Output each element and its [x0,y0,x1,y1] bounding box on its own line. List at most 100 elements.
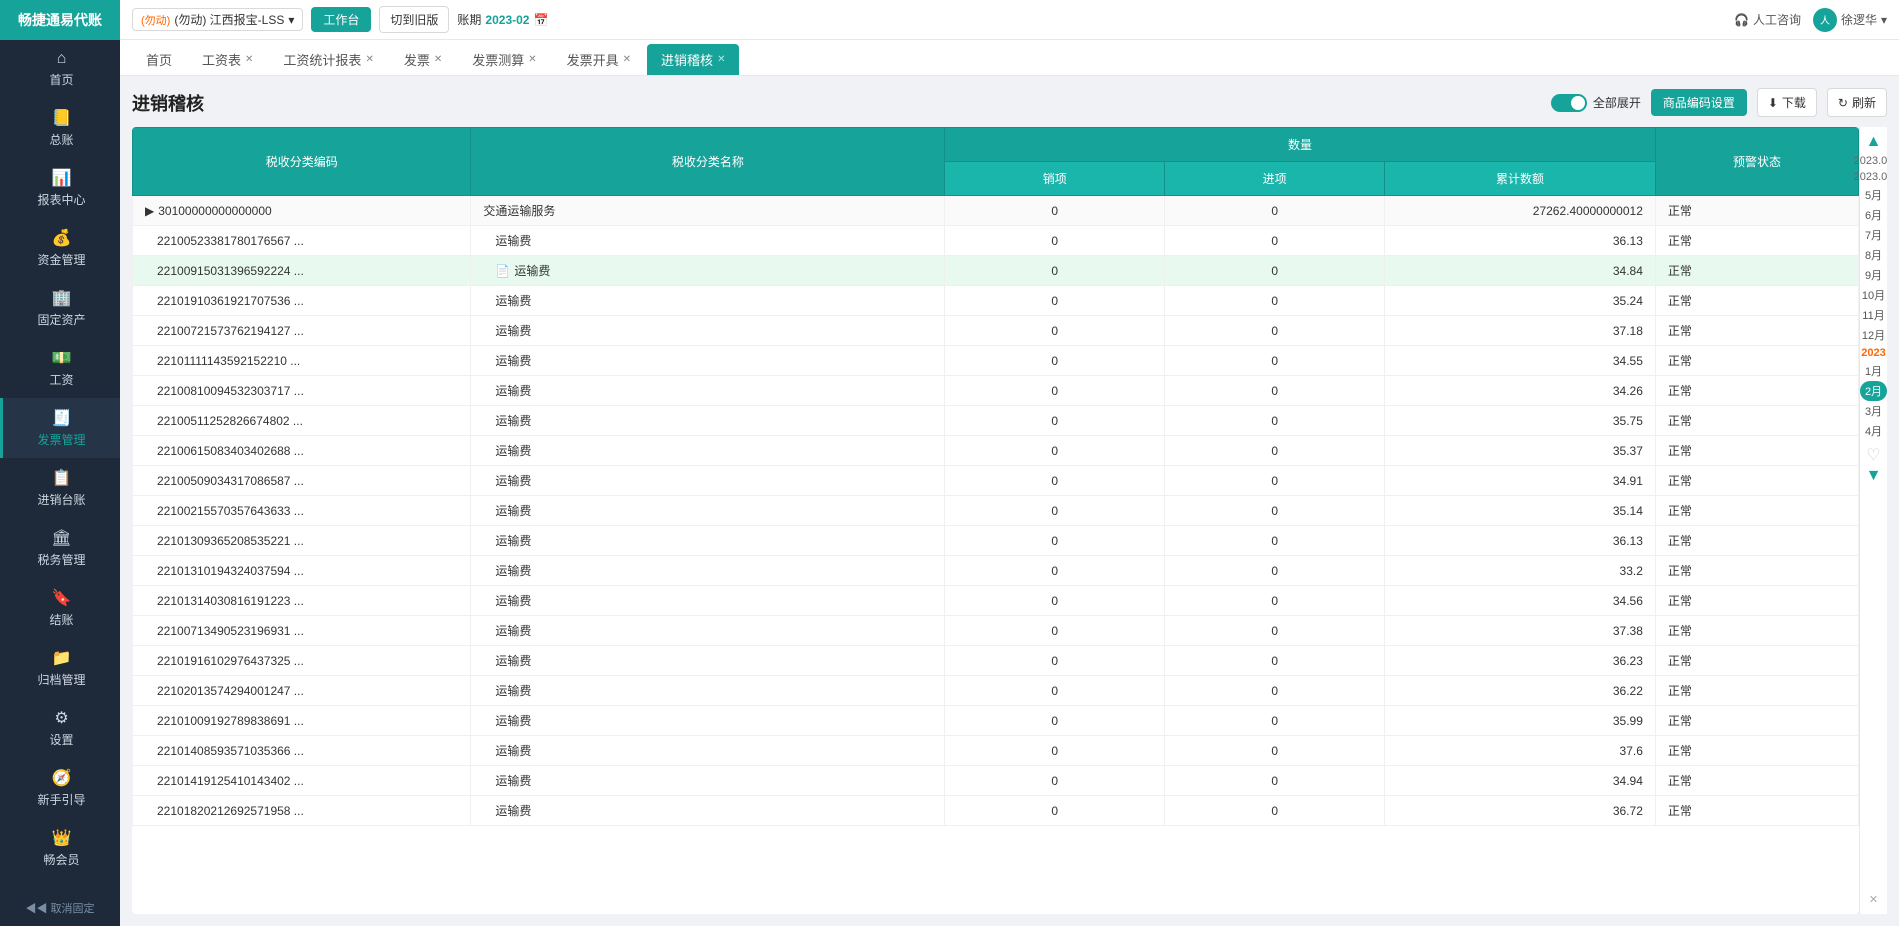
user-info[interactable]: 人 徐逻华 ▾ [1813,8,1887,32]
refresh-icon: ↻ [1838,96,1848,110]
close-panel-button[interactable]: ✕ [1869,885,1878,914]
scroll-up-button[interactable]: ▲ [1864,131,1884,153]
sidebar-item-home[interactable]: ⌂首页 [0,40,120,98]
cell-name: 运输费 [471,376,945,406]
sidebar-item-vip[interactable]: 👑畅会员 [0,818,120,878]
unpin-button[interactable]: ◀◀ 取消固定 [0,890,120,926]
chevron-down-icon: ▾ [1881,13,1887,27]
tab-sales-check[interactable]: 进销稽核✕ [647,44,739,75]
cell-code: 22100511252826674802 ... [133,406,471,436]
sidebar-item-tax-mgmt[interactable]: 🏛税务管理 [0,518,120,578]
month-item-1[interactable]: 1月 [1860,361,1887,381]
refresh-button[interactable]: ↻ 刷新 [1827,88,1887,117]
tab-close-invoice-open[interactable]: ✕ [623,54,631,65]
table-row: 22101310194324037594 ... 运输费 0 0 33.2 正常 [133,556,1859,586]
tab-close-salary-stats[interactable]: ✕ [365,54,373,65]
heart-icon[interactable]: ♡ [1866,445,1880,465]
month-item-7[interactable]: 7月 [1860,225,1887,245]
tab-close-salary[interactable]: ✕ [245,54,253,65]
goods-setting-button[interactable]: 商品编码设置 [1651,89,1747,116]
cell-status: 正常 [1655,286,1858,316]
tab-close-invoice-calc[interactable]: ✕ [528,54,536,65]
sidebar-item-sales-ledger[interactable]: 📋进销台账 [0,458,120,518]
scroll-down-button[interactable]: ▼ [1864,465,1884,487]
cell-purchase: 0 [1165,256,1385,286]
month-item-12[interactable]: 12月 [1860,325,1887,345]
tab-home[interactable]: 首页 [132,44,186,75]
sidebar-item-capital[interactable]: 💰资金管理 [0,218,120,278]
cell-purchase: 0 [1165,466,1385,496]
salary-icon: 💵 [52,348,72,368]
cell-name: 运输费 [471,436,945,466]
sidebar-label-home: 首页 [49,71,73,88]
cell-status: 正常 [1655,466,1858,496]
cell-sales: 0 [945,766,1165,796]
table-row: 22101910361921707536 ... 运输费 0 0 35.24 正… [133,286,1859,316]
download-button[interactable]: ⬇ 下载 [1757,88,1817,117]
cell-name: 运输费 [471,526,945,556]
cell-code: 22101314030816191223 ... [133,586,471,616]
month-item-3[interactable]: 3月 [1860,401,1887,421]
sidebar-item-archive[interactable]: 📁 归档管理 [0,638,120,698]
sidebar-item-salary[interactable]: 💵工资 [0,338,120,398]
month-item-6[interactable]: 6月 [1860,205,1887,225]
cell-sales: 0 [945,436,1165,466]
cell-cumulative: 27262.40000000012 [1385,196,1656,226]
tab-invoice-open[interactable]: 发票开具✕ [553,44,645,75]
sidebar-item-invoice-mgmt[interactable]: 🧾发票管理 [0,398,120,458]
month-item-2-active[interactable]: 2月 [1860,381,1887,401]
cell-name: 交通运输服务 [471,196,945,226]
sidebar-item-ledger[interactable]: 📒 总账 [0,98,120,158]
tab-close-sales-check[interactable]: ✕ [717,54,725,65]
expand-icon[interactable]: ▶ [145,204,154,218]
cell-code: 22101910361921707536 ... [133,286,471,316]
calendar-icon[interactable]: 📅 [533,13,548,27]
cell-status: 正常 [1655,676,1858,706]
sidebar-item-assets[interactable]: 🏢固定资产 [0,278,120,338]
ledger-icon: 📒 [52,108,72,128]
cell-cumulative: 36.13 [1385,226,1656,256]
cell-purchase: 0 [1165,196,1385,226]
cell-purchase: 0 [1165,676,1385,706]
archive-icon: 📁 [52,648,72,668]
sidebar-item-report[interactable]: 📊报表中心 [0,158,120,218]
month-item-5[interactable]: 5月 [1860,185,1887,205]
cell-status: 正常 [1655,196,1858,226]
tab-salary-stats[interactable]: 工资统计报表✕ [269,44,387,75]
report-icon: 📊 [52,168,72,188]
switch-button[interactable]: 切到旧版 [379,6,449,33]
company-selector[interactable]: (勿动) (勿动) 江西报宝-LSS ▾ [132,8,303,31]
month-item-9[interactable]: 9月 [1860,265,1887,285]
table-row: 22101408593571035366 ... 运输费 0 0 37.6 正常 [133,736,1859,766]
cell-purchase: 0 [1165,586,1385,616]
tab-salary[interactable]: 工资表✕ [188,44,267,75]
month-item-4[interactable]: 4月 [1860,421,1887,441]
toggle-wrapper: 全部展开 [1551,94,1641,112]
month-item-10[interactable]: 10月 [1860,285,1887,305]
sidebar-item-guide[interactable]: 🧭新手引导 [0,758,120,818]
sidebar-item-settlement[interactable]: 🔖结账 [0,578,120,638]
sidebar-label-archive: 归档管理 [37,671,85,688]
cell-cumulative: 37.6 [1385,736,1656,766]
tab-invoice[interactable]: 发票✕ [390,44,456,75]
worktable-button[interactable]: 工作台 [311,7,371,32]
tab-close-invoice[interactable]: ✕ [434,54,442,65]
avatar: 人 [1813,8,1837,32]
cell-purchase: 0 [1165,226,1385,256]
cell-status: 正常 [1655,316,1858,346]
expand-toggle[interactable] [1551,94,1587,112]
cell-sales: 0 [945,796,1165,826]
table-row: 22102013574294001247 ... 运输费 0 0 36.22 正… [133,676,1859,706]
support-button[interactable]: 🎧 人工咨询 [1734,11,1801,28]
month-item-11[interactable]: 11月 [1860,305,1887,325]
table-row: 22100509034317086587 ... 运输费 0 0 34.91 正… [133,466,1859,496]
toggle-label: 全部展开 [1593,94,1641,111]
table-row: 22100915031396592224 ... 📄运输费 0 0 34.84 … [133,256,1859,286]
topbar-left: (勿动) (勿动) 江西报宝-LSS ▾ 工作台 切到旧版 账期 2023-02… [132,6,548,33]
sidebar-label-ledger: 总账 [49,131,73,148]
cell-name: 运输费 [471,466,945,496]
tab-invoice-calc[interactable]: 发票测算✕ [458,44,550,75]
month-item-8[interactable]: 8月 [1860,245,1887,265]
cell-status: 正常 [1655,526,1858,556]
sidebar-item-settings[interactable]: ⚙设置 [0,698,120,758]
